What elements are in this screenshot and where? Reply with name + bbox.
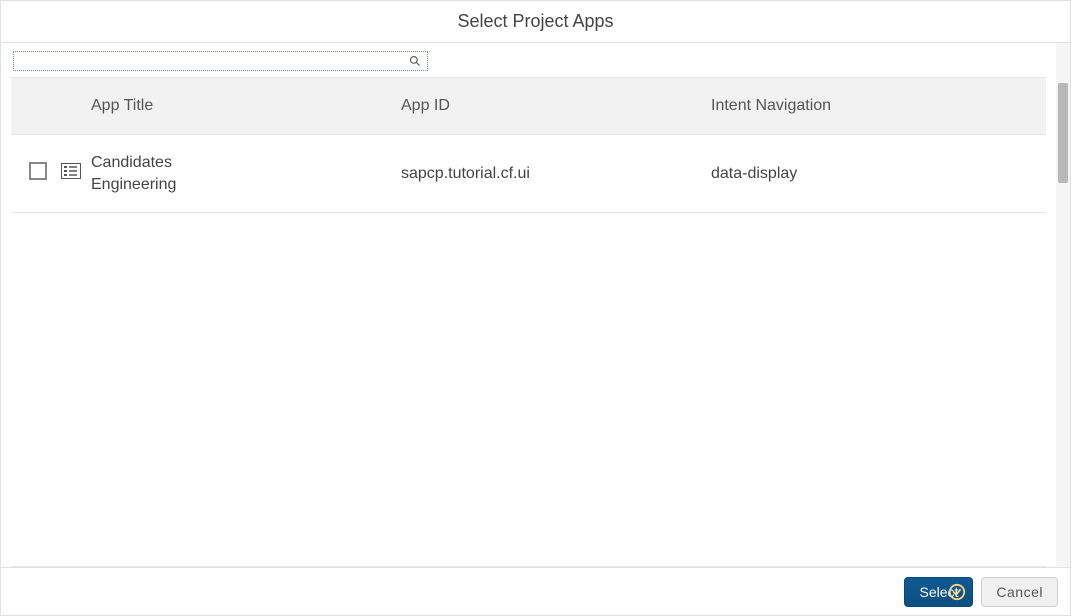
row-title-line1: Candidates [91, 152, 401, 174]
cancel-button-label: Cancel [996, 584, 1043, 600]
apps-table: App Title App ID Intent Navigation [11, 77, 1046, 567]
vertical-scrollbar[interactable] [1056, 43, 1070, 567]
dialog-header: Select Project Apps [1, 1, 1070, 43]
row-appid-cell: sapcp.tutorial.cf.ui [401, 165, 711, 183]
column-header-intent[interactable]: Intent Navigation [711, 97, 1046, 115]
column-header-title[interactable]: App Title [91, 97, 401, 115]
dialog-footer: Select Cancel [1, 567, 1070, 615]
row-checkbox-cell [11, 162, 61, 185]
dialog-title: Select Project Apps [1, 11, 1070, 32]
row-intent-cell: data-display [711, 165, 1046, 183]
table-row[interactable]: Candidates Engineering sapcp.tutorial.cf… [11, 135, 1046, 213]
row-checkbox[interactable] [29, 162, 47, 180]
content-area: App Title App ID Intent Navigation [1, 43, 1056, 567]
dialog-body: App Title App ID Intent Navigation [1, 43, 1070, 567]
search-input[interactable] [13, 51, 428, 71]
search-icon [409, 55, 421, 67]
object-list-icon [61, 163, 81, 179]
search-area [11, 51, 1046, 77]
cancel-button[interactable]: Cancel [981, 577, 1058, 607]
select-button-label: Select [919, 584, 958, 600]
row-icon-cell [61, 163, 91, 184]
row-title-cell: Candidates Engineering [91, 152, 401, 196]
scrollbar-thumb[interactable] [1058, 83, 1068, 183]
column-header-appid[interactable]: App ID [401, 97, 711, 115]
table-header-row: App Title App ID Intent Navigation [11, 77, 1046, 135]
row-title-line2: Engineering [91, 174, 401, 196]
select-button[interactable]: Select [904, 577, 973, 607]
